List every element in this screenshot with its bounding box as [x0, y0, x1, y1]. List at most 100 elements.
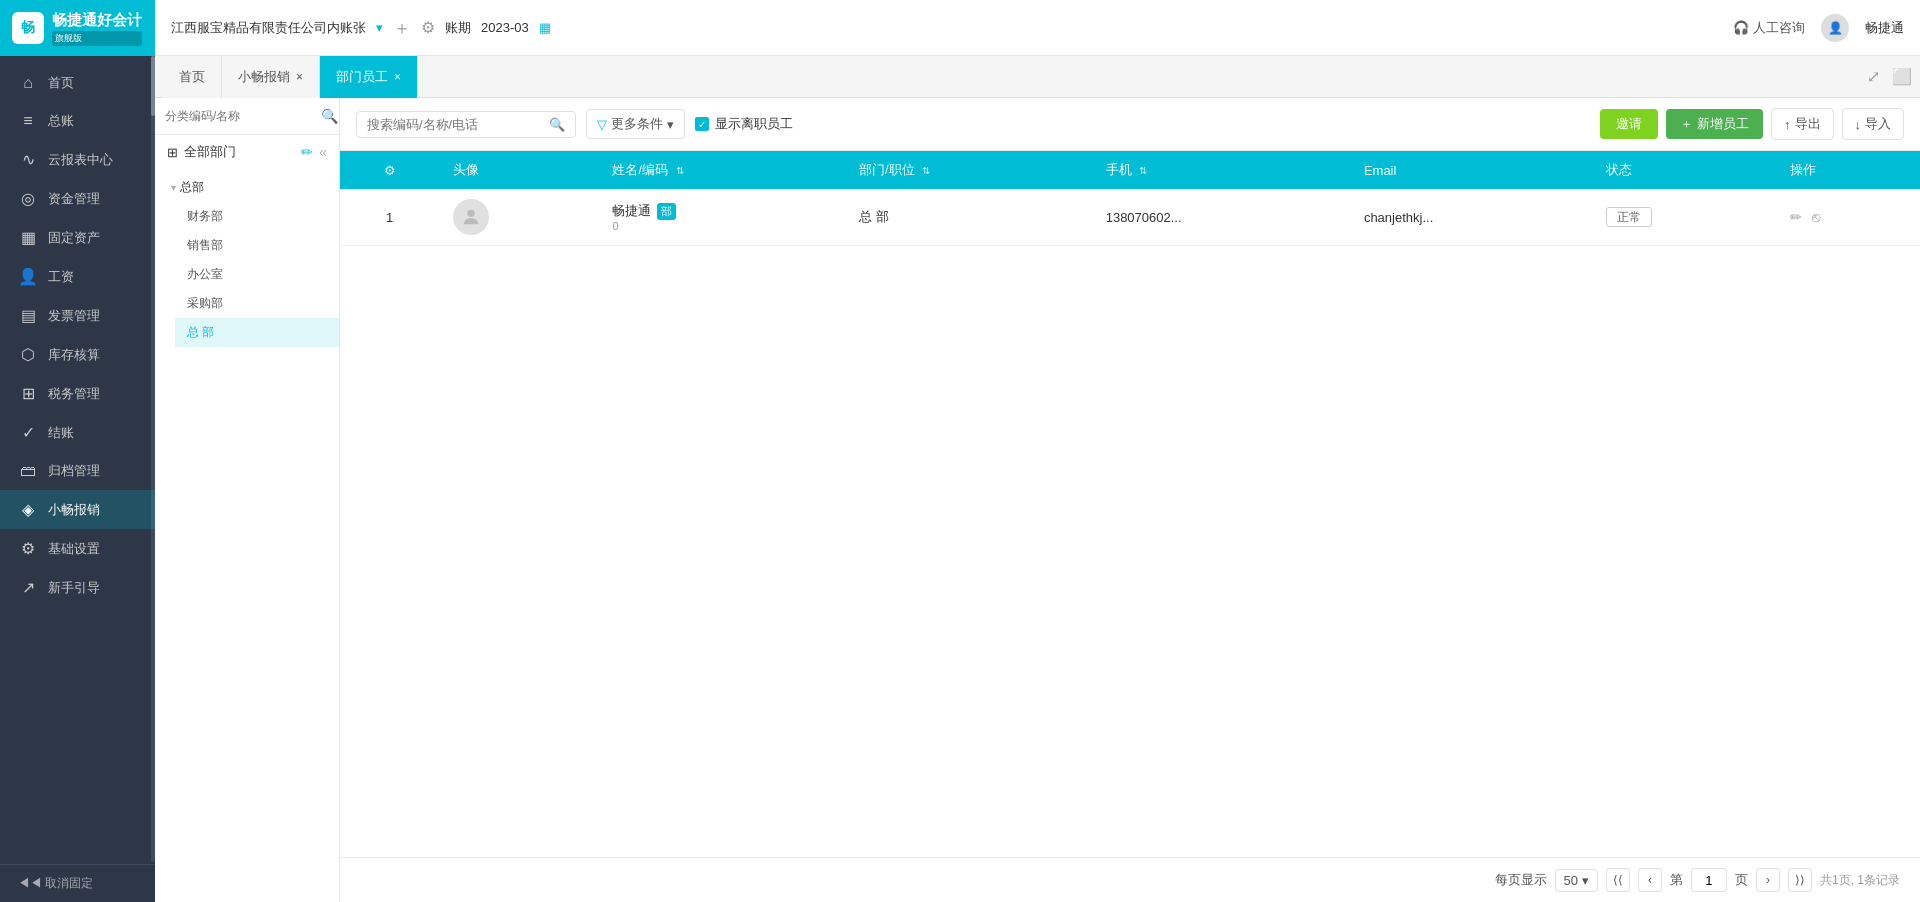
- export-label: 导出: [1795, 115, 1821, 133]
- dept-child-finance[interactable]: 财务部: [175, 202, 339, 231]
- col-email: Email: [1350, 151, 1592, 189]
- tab-expense[interactable]: 小畅报销 ×: [222, 56, 320, 98]
- add-company-icon[interactable]: ＋: [393, 16, 411, 40]
- page-first-button[interactable]: ⟨⟨: [1606, 868, 1630, 892]
- dept-edit-icon[interactable]: ✏: [301, 144, 313, 160]
- dept-child-purchase[interactable]: 采购部: [175, 289, 339, 318]
- company-dropdown-icon[interactable]: ▾: [376, 20, 383, 35]
- company-settings-icon[interactable]: ⚙: [421, 18, 435, 37]
- ledger-icon: ≡: [18, 112, 38, 130]
- sidebar-item-funds[interactable]: ◎ 资金管理: [0, 179, 155, 218]
- dept-child-office[interactable]: 办公室: [175, 260, 339, 289]
- per-page-dropdown-icon: ▾: [1582, 873, 1589, 888]
- topbar: 江西服宝精品有限责任公司内账张 ▾ ＋ ⚙ 账期 2023-03 ▦ 🎧 人工咨…: [155, 0, 1920, 56]
- edit-icon[interactable]: ✏: [1790, 209, 1802, 225]
- sidebar-item-ledger[interactable]: ≡ 总账: [0, 102, 155, 140]
- sidebar-item-invoices[interactable]: ▤ 发票管理: [0, 296, 155, 335]
- filter-button[interactable]: ▽ 更多条件 ▾: [586, 109, 685, 139]
- unpin-button[interactable]: ◀◀ 取消固定: [0, 864, 155, 902]
- tab-home-label: 首页: [179, 68, 205, 86]
- page-unit: 页: [1735, 871, 1748, 889]
- guide-icon: ↗: [18, 578, 38, 597]
- toolbar: 🔍 ▽ 更多条件 ▾ ✓ 显示离职员工 邀请 ＋ 新增员工: [340, 98, 1920, 151]
- per-page-value: 50: [1564, 873, 1578, 888]
- sidebar-item-label: 发票管理: [48, 307, 100, 325]
- sidebar-item-label: 资金管理: [48, 190, 100, 208]
- sidebar-item-wages[interactable]: 👤 工资: [0, 257, 155, 296]
- dept-search-icon[interactable]: 🔍: [321, 108, 338, 124]
- dept-collapse-icon[interactable]: «: [319, 144, 327, 160]
- logout-icon[interactable]: ⎋: [1812, 209, 1820, 225]
- sidebar-item-label: 工资: [48, 268, 74, 286]
- dept-all-label: 全部部门: [184, 143, 236, 161]
- employee-search-input[interactable]: [367, 117, 543, 132]
- sidebar-item-label: 云报表中心: [48, 151, 113, 169]
- sidebar-item-expense[interactable]: ◈ 小畅报销: [0, 490, 155, 529]
- dept-child-sales[interactable]: 销售部: [175, 231, 339, 260]
- col-name[interactable]: 姓名/编码 ⇅: [598, 151, 845, 189]
- logo-icon: 畅: [12, 12, 44, 44]
- page-last-button[interactable]: ⟩⟩: [1788, 868, 1812, 892]
- employee-table: ⚙ 头像 姓名/编码 ⇅ 部门/职位 ⇅ 手机 ⇅ Email 状态 操作 1: [340, 151, 1920, 246]
- add-employee-button[interactable]: ＋ 新增员工: [1666, 109, 1763, 139]
- support-button[interactable]: 🎧 人工咨询: [1733, 19, 1805, 37]
- table-row: 1 畅捷通 部 0: [340, 189, 1920, 246]
- employee-name: 畅捷通: [612, 202, 651, 220]
- row-index: 1: [340, 189, 439, 246]
- company-name: 江西服宝精品有限责任公司内账张: [171, 19, 366, 37]
- sidebar-item-home[interactable]: ⌂ 首页: [0, 64, 155, 102]
- import-button[interactable]: ↓ 导入: [1842, 108, 1905, 140]
- dept-search: 🔍: [155, 98, 339, 135]
- archive-icon: 🗃: [18, 462, 38, 480]
- page-input[interactable]: [1691, 868, 1727, 892]
- status-badge: 正常: [1606, 207, 1652, 227]
- tab-restore-icon[interactable]: ⤢: [1867, 67, 1880, 86]
- dept-badge: 部: [657, 203, 676, 220]
- col-dept[interactable]: 部门/职位 ⇅: [845, 151, 1092, 189]
- dept-group-zongbu: ▾ 总部 财务部 销售部 办公室 采购部 总 部: [155, 173, 339, 347]
- period-value: 2023-03: [481, 20, 529, 35]
- tab-dept-label: 部门员工: [336, 68, 388, 86]
- tab-expense-close[interactable]: ×: [296, 70, 303, 84]
- dept-group-label: 总部: [180, 179, 204, 196]
- sidebar-item-tax[interactable]: ⊞ 税务管理: [0, 374, 155, 413]
- dept-all-header[interactable]: ⊞ 全部部门 ✏ «: [155, 135, 339, 169]
- tab-maximize-icon[interactable]: ⬜: [1892, 67, 1912, 86]
- tab-dept[interactable]: 部门员工 ×: [320, 56, 418, 98]
- funds-icon: ◎: [18, 189, 38, 208]
- logo-badge: 旗舰版: [52, 31, 142, 46]
- row-name: 畅捷通 部 0: [598, 189, 845, 246]
- per-page-select[interactable]: 50 ▾: [1555, 869, 1598, 892]
- sidebar-item-assets[interactable]: ▦ 固定资产: [0, 218, 155, 257]
- invite-button[interactable]: 邀请: [1600, 109, 1658, 139]
- sidebar-item-archive[interactable]: 🗃 归档管理: [0, 452, 155, 490]
- dept-search-input[interactable]: [165, 109, 315, 123]
- col-status: 状态: [1592, 151, 1776, 189]
- support-label: 人工咨询: [1753, 19, 1805, 37]
- sidebar-item-settings[interactable]: ⚙ 基础设置: [0, 529, 155, 568]
- sidebar-item-inventory[interactable]: ⬡ 库存核算: [0, 335, 155, 374]
- calendar-icon[interactable]: ▦: [539, 20, 551, 35]
- employee-search-icon[interactable]: 🔍: [549, 117, 565, 132]
- sidebar-item-reports[interactable]: ∿ 云报表中心: [0, 140, 155, 179]
- show-resigned-checkbox[interactable]: ✓: [695, 117, 709, 131]
- tabs-bar: 首页 小畅报销 × 部门员工 × ⤢ ⬜: [155, 56, 1920, 98]
- show-resigned-toggle[interactable]: ✓ 显示离职员工: [695, 115, 793, 133]
- tab-home[interactable]: 首页: [163, 56, 222, 98]
- dept-child-general[interactable]: 总 部: [175, 318, 339, 347]
- page-next-button[interactable]: ›: [1756, 868, 1780, 892]
- row-dept: 总 部: [845, 189, 1092, 246]
- col-settings[interactable]: ⚙: [340, 151, 439, 189]
- export-button[interactable]: ↑ 导出: [1771, 108, 1834, 140]
- sidebar-item-checkout[interactable]: ✓ 结账: [0, 413, 155, 452]
- export-icon: ↑: [1784, 117, 1791, 132]
- svg-point-0: [468, 210, 475, 217]
- toolbar-right: 邀请 ＋ 新增员工 ↑ 导出 ↓ 导入: [1600, 108, 1904, 140]
- sidebar-nav: ⌂ 首页 ≡ 总账 ∿ 云报表中心 ◎ 资金管理 ▦ 固定资产 👤 工资 ▤ 发…: [0, 56, 155, 864]
- username[interactable]: 畅捷通: [1865, 19, 1904, 37]
- tab-dept-close[interactable]: ×: [394, 70, 401, 84]
- checkout-icon: ✓: [18, 423, 38, 442]
- sidebar-item-guide[interactable]: ↗ 新手引导: [0, 568, 155, 607]
- page-prev-button[interactable]: ‹: [1638, 868, 1662, 892]
- col-phone[interactable]: 手机 ⇅: [1092, 151, 1350, 189]
